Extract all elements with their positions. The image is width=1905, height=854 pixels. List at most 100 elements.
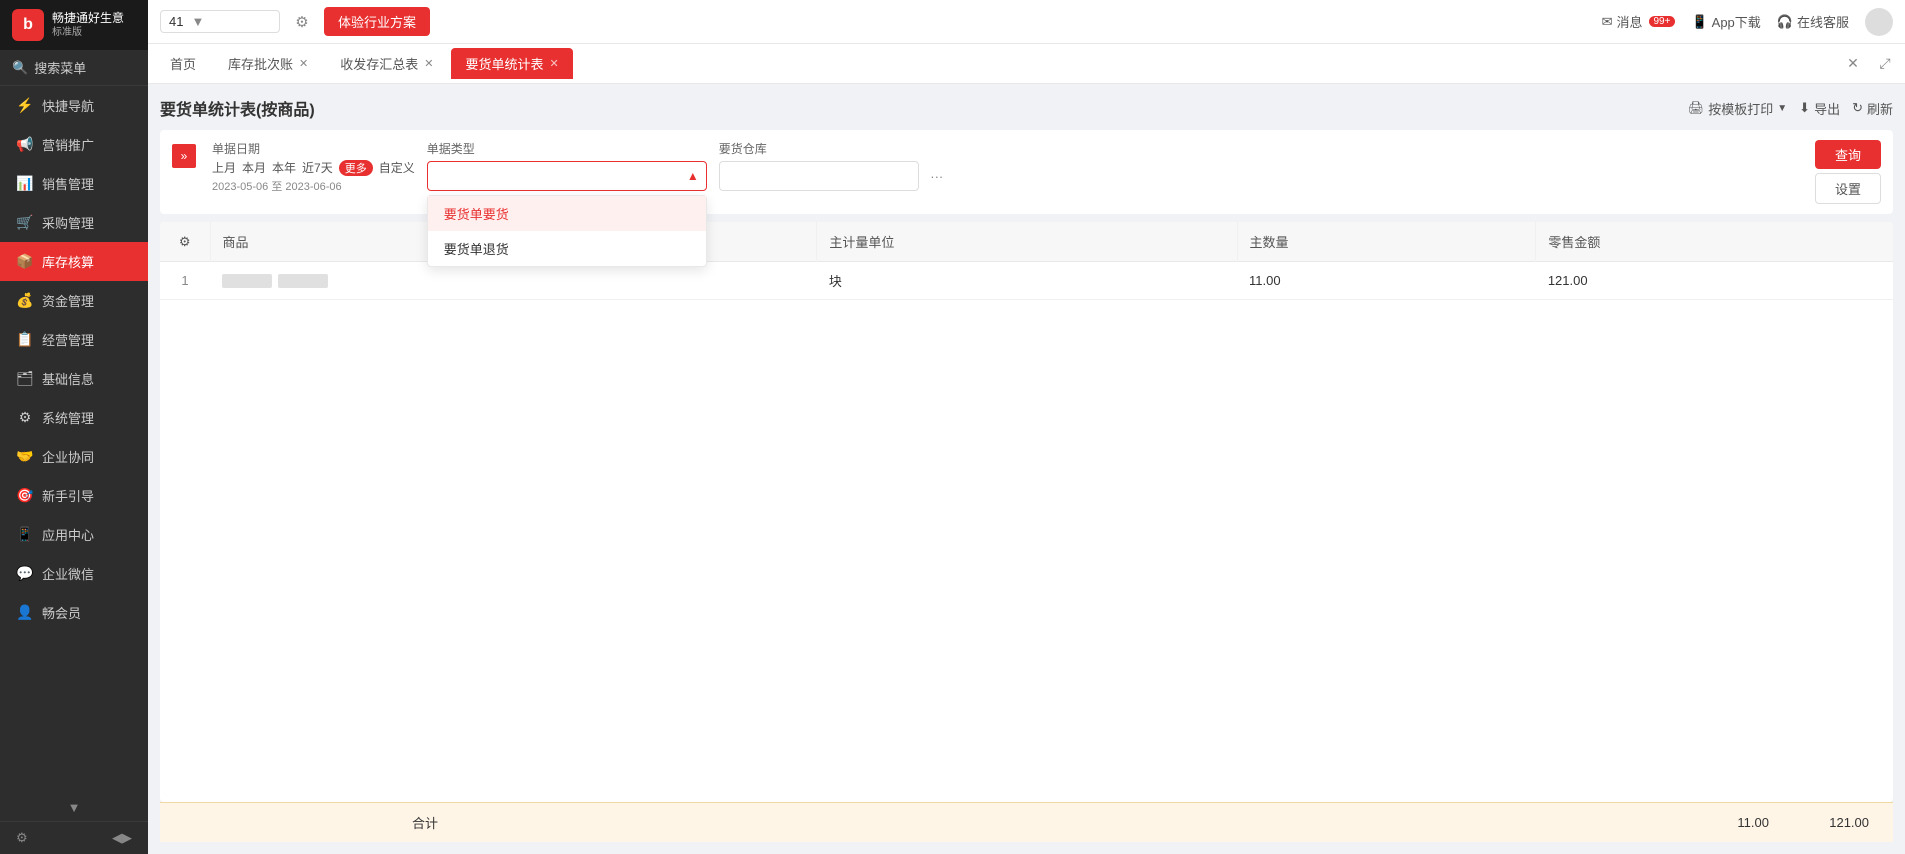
app-download-icon: 📱	[1691, 14, 1707, 30]
export-btn[interactable]: ⬇ 导出	[1799, 99, 1840, 118]
tab-order-stat[interactable]: 要货单统计表 ✕	[451, 48, 572, 79]
basic-icon: 🗂	[16, 370, 34, 388]
user-avatar[interactable]	[1865, 8, 1893, 36]
topbar-gear-btn[interactable]: ⚙	[288, 8, 316, 36]
table-row: 1 块 11.00	[160, 262, 1893, 300]
page-title: 要货单统计表(按商品)	[160, 96, 315, 120]
collab-icon: 🤝	[16, 448, 34, 466]
tab-home[interactable]: 首页	[156, 48, 210, 79]
sidebar-scroll-down[interactable]: ▼	[0, 794, 148, 821]
filter-expand-btn[interactable]: »	[172, 144, 196, 168]
sidebar-footer: ⚙ ◀▶	[0, 821, 148, 854]
sidebar-item-member[interactable]: 👤 畅会员	[0, 593, 148, 632]
sidebar-item-guide[interactable]: 🎯 新手引导	[0, 476, 148, 515]
footer-label: 合计	[172, 813, 438, 832]
tab-close-order-stat[interactable]: ✕	[550, 57, 559, 70]
date-shortcut-7days[interactable]: 近7天	[302, 159, 333, 176]
service-icon: 🎧	[1777, 14, 1793, 30]
sidebar-item-finance[interactable]: 💰 资金管理	[0, 281, 148, 320]
collapse-sidebar-btn[interactable]: ◀▶	[112, 830, 132, 846]
sidebar-item-operations[interactable]: 📋 经营管理	[0, 320, 148, 359]
page-actions: 🖨 按模板打印 ▼ ⬇ 导出 ↻ 刷新	[1688, 99, 1893, 118]
sidebar-item-app[interactable]: 📱 应用中心	[0, 515, 148, 554]
app-icon: 📱	[16, 526, 34, 544]
export-icon: ⬇	[1799, 100, 1810, 116]
sidebar-search[interactable]: 🔍 搜索菜单	[0, 50, 148, 86]
tab-close-inventory-batch[interactable]: ✕	[299, 57, 308, 70]
date-range-text: 2023-05-06 至 2023-06-06	[212, 178, 415, 194]
tabs-bar: 首页 库存批次账 ✕ 收发存汇总表 ✕ 要货单统计表 ✕ ✕ ⤢	[148, 44, 1905, 84]
online-service-btn[interactable]: 🎧 在线客服	[1777, 12, 1849, 31]
date-shortcuts: 上月 本月 本年 近7天 更多 自定义	[212, 159, 415, 176]
industry-btn[interactable]: 体验行业方案	[324, 7, 430, 36]
search-icon: 🔍	[12, 60, 28, 76]
data-table-container: ⚙ 商品 主计量单位 主数量 零售金额	[160, 222, 1893, 802]
date-shortcut-this-month[interactable]: 本月	[242, 159, 266, 176]
tab-receipt-summary[interactable]: 收发存汇总表 ✕	[326, 48, 447, 79]
sales-icon: 📊	[16, 175, 34, 193]
sidebar-item-quick-nav[interactable]: ⚡ 快捷导航	[0, 86, 148, 125]
close-all-tabs-btn[interactable]: ✕	[1841, 52, 1865, 76]
query-btn[interactable]: 查询	[1815, 140, 1881, 169]
row-qty: 11.00	[1237, 262, 1536, 300]
sidebar-item-system[interactable]: ⚙ 系统管理	[0, 398, 148, 437]
dropdown-item-yao-huo[interactable]: 要货单要货	[428, 196, 706, 231]
refresh-icon: ↻	[1852, 100, 1863, 116]
filter-row: 单据日期 上月 本月 本年 近7天 更多 自定义 2023-05-06 至 20…	[212, 140, 1799, 194]
type-select-container: ▲ 要货单要货 要货单退货	[427, 161, 707, 191]
filter-actions: 查询 设置	[1815, 140, 1881, 204]
row-product	[210, 262, 817, 300]
table-footer: 合计 11.00 121.00	[160, 802, 1893, 842]
filter-more-btn[interactable]: ···	[923, 162, 951, 190]
data-table: ⚙ 商品 主计量单位 主数量 零售金额	[160, 222, 1893, 300]
app-download-btn[interactable]: 📱 App下载	[1691, 12, 1760, 31]
dropdown-item-tui-huo[interactable]: 要货单退货	[428, 231, 706, 266]
refresh-btn[interactable]: ↻ 刷新	[1852, 99, 1893, 118]
guide-icon: 🎯	[16, 487, 34, 505]
type-filter-label: 单据类型	[427, 140, 707, 157]
finance-icon: 💰	[16, 292, 34, 310]
date-shortcut-this-year[interactable]: 本年	[272, 159, 296, 176]
th-settings[interactable]: ⚙	[160, 222, 210, 262]
expand-tabs-btn[interactable]: ⤢	[1873, 52, 1897, 76]
print-template-btn[interactable]: 🖨 按模板打印 ▼	[1688, 99, 1787, 118]
topbar: 41 ▼ ⚙ 体验行业方案 ✉ 消息 99+ 📱 App下载 🎧 在线客服	[148, 0, 1905, 44]
type-select[interactable]	[427, 161, 707, 191]
warehouse-filter-group: 要货仓库 ···	[719, 140, 951, 191]
page-header: 要货单统计表(按商品) 🖨 按模板打印 ▼ ⬇ 导出 ↻ 刷新	[160, 96, 1893, 120]
sidebar-item-inventory[interactable]: 📦 库存核算	[0, 242, 148, 281]
type-dropdown: 要货单要货 要货单退货	[427, 195, 707, 267]
sidebar-item-purchase[interactable]: 🛒 采购管理	[0, 203, 148, 242]
filter-panel: » 单据日期 上月 本月 本年 近7天 更多 自定义 2023-05-06 至 …	[160, 130, 1893, 214]
messages-btn[interactable]: ✉ 消息 99+	[1602, 12, 1676, 31]
tabs-actions: ✕ ⤢	[1841, 52, 1897, 76]
sidebar-header: b 畅捷通好生意 标准版	[0, 0, 148, 50]
date-filter-group: 单据日期 上月 本月 本年 近7天 更多 自定义 2023-05-06 至 20…	[212, 140, 415, 194]
settings-btn[interactable]: 设置	[1815, 173, 1881, 204]
inventory-icon: 📦	[16, 253, 34, 271]
sidebar-item-sales[interactable]: 📊 销售管理	[0, 164, 148, 203]
product-placeholder-2	[278, 274, 328, 288]
tab-close-receipt-summary[interactable]: ✕	[424, 57, 433, 70]
sidebar-item-basic[interactable]: 🗂 基础信息	[0, 359, 148, 398]
date-shortcut-more[interactable]: 更多	[339, 160, 373, 176]
date-shortcut-last-month[interactable]: 上月	[212, 159, 236, 176]
row-amount: 121.00	[1536, 262, 1893, 300]
date-filter-label: 单据日期	[212, 140, 415, 157]
tab-inventory-batch[interactable]: 库存批次账 ✕	[214, 48, 322, 79]
sidebar-item-marketing[interactable]: 📢 营销推广	[0, 125, 148, 164]
settings-footer-icon[interactable]: ⚙	[16, 830, 28, 846]
store-selector[interactable]: 41 ▼	[160, 10, 280, 33]
footer-amount: 121.00	[1781, 815, 1881, 830]
footer-qty: 11.00	[1681, 815, 1781, 830]
th-qty: 主数量	[1237, 222, 1536, 262]
warehouse-filter-label: 要货仓库	[719, 140, 951, 157]
th-unit: 主计量单位	[817, 222, 1237, 262]
system-icon: ⚙	[16, 409, 34, 427]
date-shortcut-custom[interactable]: 自定义	[379, 159, 415, 176]
wechat-icon: 💬	[16, 565, 34, 583]
warehouse-input[interactable]	[719, 161, 919, 191]
sidebar-item-collab[interactable]: 🤝 企业协同	[0, 437, 148, 476]
sidebar-item-wechat[interactable]: 💬 企业微信	[0, 554, 148, 593]
topbar-right: ✉ 消息 99+ 📱 App下载 🎧 在线客服	[1602, 8, 1893, 36]
